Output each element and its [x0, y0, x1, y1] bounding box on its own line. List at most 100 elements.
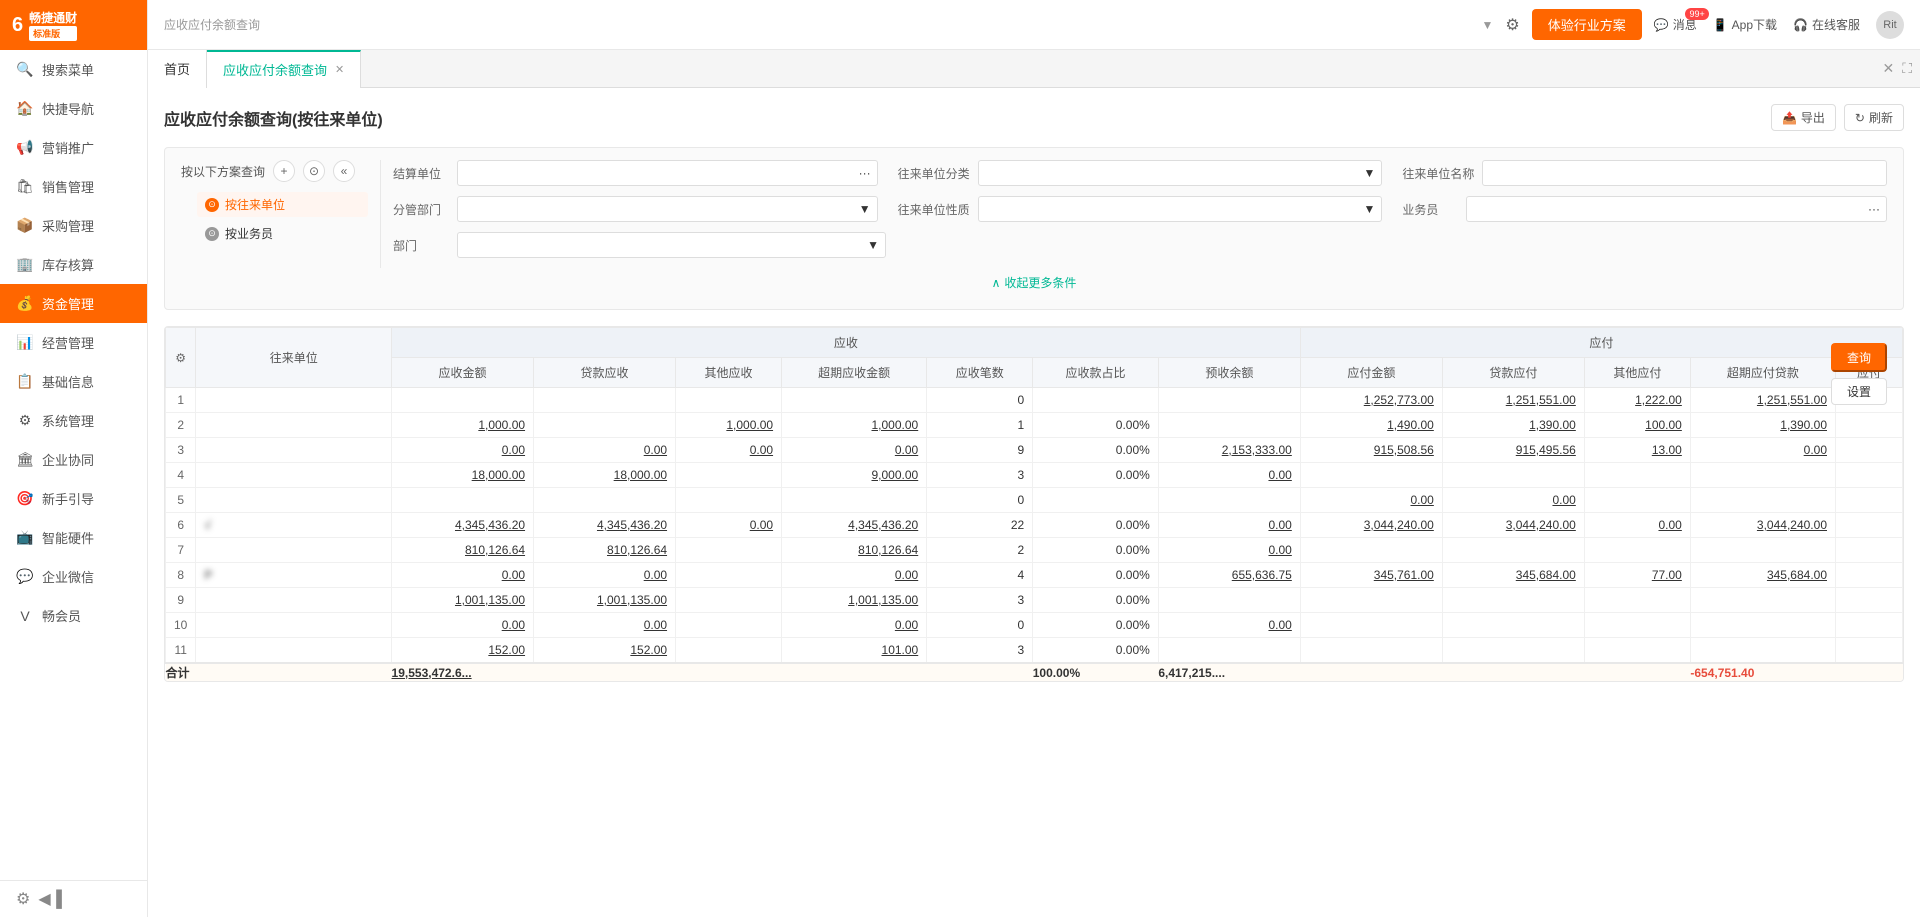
row-ap[interactable]: 1,252,773.00	[1300, 388, 1442, 413]
subdept-select[interactable]: ▼	[457, 232, 886, 258]
row-ap[interactable]	[1300, 588, 1442, 613]
row-loan-ap[interactable]	[1442, 463, 1584, 488]
row-loan-ap[interactable]: 3,044,240.00	[1442, 513, 1584, 538]
row-other-ap[interactable]: 1,222.00	[1584, 388, 1690, 413]
row-other-ap[interactable]: 100.00	[1584, 413, 1690, 438]
header-settings-icon[interactable]: ⚙	[1505, 15, 1519, 35]
row-prepaid[interactable]: 0.00	[1158, 463, 1300, 488]
row-overdue-ap[interactable]	[1690, 638, 1835, 664]
tab-close-icon[interactable]: ✕	[335, 63, 344, 76]
row-overdue-ar[interactable]: 9,000.00	[782, 463, 927, 488]
unit-nature-select[interactable]: ▼	[978, 196, 1383, 222]
refresh-button[interactable]: ↻ 刷新	[1844, 104, 1904, 131]
row-overdue-ar[interactable]: 1,000.00	[782, 413, 927, 438]
row-loan-ar[interactable]: 0.00	[534, 438, 676, 463]
sidebar-item-wechat[interactable]: 💬 企业微信	[0, 557, 147, 596]
sidebar-item-purchase[interactable]: 📦 采购管理	[0, 206, 147, 245]
row-overdue-ar[interactable]	[782, 488, 927, 513]
sidebar-item-marketing[interactable]: 📢 营销推广	[0, 128, 147, 167]
row-ap[interactable]: 0.00	[1300, 488, 1442, 513]
row-overdue-ap[interactable]	[1690, 463, 1835, 488]
row-prepaid[interactable]	[1158, 638, 1300, 664]
row-ap[interactable]	[1300, 613, 1442, 638]
row-other-ap[interactable]	[1584, 613, 1690, 638]
row-ap[interactable]: 3,044,240.00	[1300, 513, 1442, 538]
query-button[interactable]: 查询	[1831, 343, 1887, 372]
row-other-ap[interactable]	[1584, 588, 1690, 613]
tab-home[interactable]: 首页	[148, 50, 207, 88]
row-other-ar[interactable]: 0.00	[676, 513, 782, 538]
breadcrumb-chevron-icon[interactable]: ▼	[1482, 18, 1494, 32]
row-other-ar[interactable]	[676, 638, 782, 664]
row-prepaid[interactable]	[1158, 413, 1300, 438]
row-loan-ar[interactable]: 18,000.00	[534, 463, 676, 488]
row-ar[interactable]: 0.00	[392, 438, 534, 463]
row-ar[interactable]: 1,000.00	[392, 413, 534, 438]
row-loan-ap[interactable]	[1442, 588, 1584, 613]
row-other-ap[interactable]	[1584, 488, 1690, 513]
table-settings-icon[interactable]: ⚙	[166, 328, 196, 388]
row-loan-ar[interactable]	[534, 488, 676, 513]
promo-button[interactable]: 体验行业方案	[1532, 9, 1642, 40]
user-avatar[interactable]: Rit	[1876, 11, 1904, 39]
row-loan-ar[interactable]: 810,126.64	[534, 538, 676, 563]
row-ap[interactable]	[1300, 638, 1442, 664]
settings-button[interactable]: 设置	[1831, 378, 1887, 405]
sidebar-item-corp[interactable]: 🏛 企业协同	[0, 440, 147, 479]
row-ar[interactable]	[392, 488, 534, 513]
row-loan-ap[interactable]	[1442, 638, 1584, 664]
row-other-ar[interactable]	[676, 463, 782, 488]
sidebar-item-guide[interactable]: 🎯 新手引导	[0, 479, 147, 518]
row-overdue-ar[interactable]: 101.00	[782, 638, 927, 664]
row-overdue-ar[interactable]: 810,126.64	[782, 538, 927, 563]
row-prepaid[interactable]: 0.00	[1158, 538, 1300, 563]
row-overdue-ap[interactable]	[1690, 588, 1835, 613]
sidebar-item-sales[interactable]: 🛍 销售管理	[0, 167, 147, 206]
category-select[interactable]: ▼	[978, 160, 1383, 186]
company-input[interactable]: ···	[457, 160, 878, 186]
row-prepaid[interactable]: 0.00	[1158, 613, 1300, 638]
row-other-ap[interactable]	[1584, 638, 1690, 664]
row-overdue-ar[interactable]: 0.00	[782, 613, 927, 638]
row-overdue-ar[interactable]: 4,345,436.20	[782, 513, 927, 538]
row-loan-ap[interactable]: 0.00	[1442, 488, 1584, 513]
row-overdue-ap[interactable]: 0.00	[1690, 438, 1835, 463]
row-loan-ap[interactable]	[1442, 538, 1584, 563]
row-other-ar[interactable]: 0.00	[676, 438, 782, 463]
export-button[interactable]: 📤 导出	[1771, 104, 1836, 131]
row-other-ap[interactable]: 13.00	[1584, 438, 1690, 463]
unit-name-input[interactable]	[1482, 160, 1887, 186]
row-other-ar[interactable]: 1,000.00	[676, 413, 782, 438]
row-ar[interactable]: 0.00	[392, 613, 534, 638]
dept-select[interactable]: ▼	[457, 196, 878, 222]
row-prepaid[interactable]: 655,636.75	[1158, 563, 1300, 588]
collapse-more-button[interactable]: ∧ 收起更多条件	[181, 268, 1887, 297]
sidebar-item-system[interactable]: ⚙ 系统管理	[0, 401, 147, 440]
salesman-input[interactable]: ···	[1466, 196, 1887, 222]
row-ar[interactable]: 1,001,135.00	[392, 588, 534, 613]
row-other-ar[interactable]	[676, 563, 782, 588]
row-loan-ap[interactable]: 915,495.56	[1442, 438, 1584, 463]
row-prepaid[interactable]	[1158, 488, 1300, 513]
row-overdue-ap[interactable]	[1690, 613, 1835, 638]
row-loan-ar[interactable]: 1,001,135.00	[534, 588, 676, 613]
row-ar[interactable]: 152.00	[392, 638, 534, 664]
row-other-ap[interactable]: 77.00	[1584, 563, 1690, 588]
row-prepaid[interactable]	[1158, 388, 1300, 413]
row-ap[interactable]: 915,508.56	[1300, 438, 1442, 463]
scheme-item-by-salesman[interactable]: ⊙ 按业务员	[197, 221, 368, 246]
row-other-ar[interactable]	[676, 388, 782, 413]
row-overdue-ap[interactable]: 1,390.00	[1690, 413, 1835, 438]
row-loan-ap[interactable]: 1,390.00	[1442, 413, 1584, 438]
sidebar-item-quick[interactable]: 🏠 快捷导航	[0, 89, 147, 128]
sidebar-item-vip[interactable]: V 畅会员	[0, 596, 147, 635]
row-loan-ap[interactable]: 345,684.00	[1442, 563, 1584, 588]
row-other-ar[interactable]	[676, 538, 782, 563]
footer-ar[interactable]: 19,553,472.6...	[392, 663, 534, 681]
sidebar-item-finance[interactable]: 💰 资金管理	[0, 284, 147, 323]
tab-close-window-icon[interactable]: ✕	[1882, 60, 1894, 77]
row-overdue-ap[interactable]: 345,684.00	[1690, 563, 1835, 588]
row-prepaid[interactable]: 2,153,333.00	[1158, 438, 1300, 463]
sidebar-item-search[interactable]: 🔍 搜索菜单	[0, 50, 147, 89]
row-overdue-ar[interactable]: 0.00	[782, 563, 927, 588]
